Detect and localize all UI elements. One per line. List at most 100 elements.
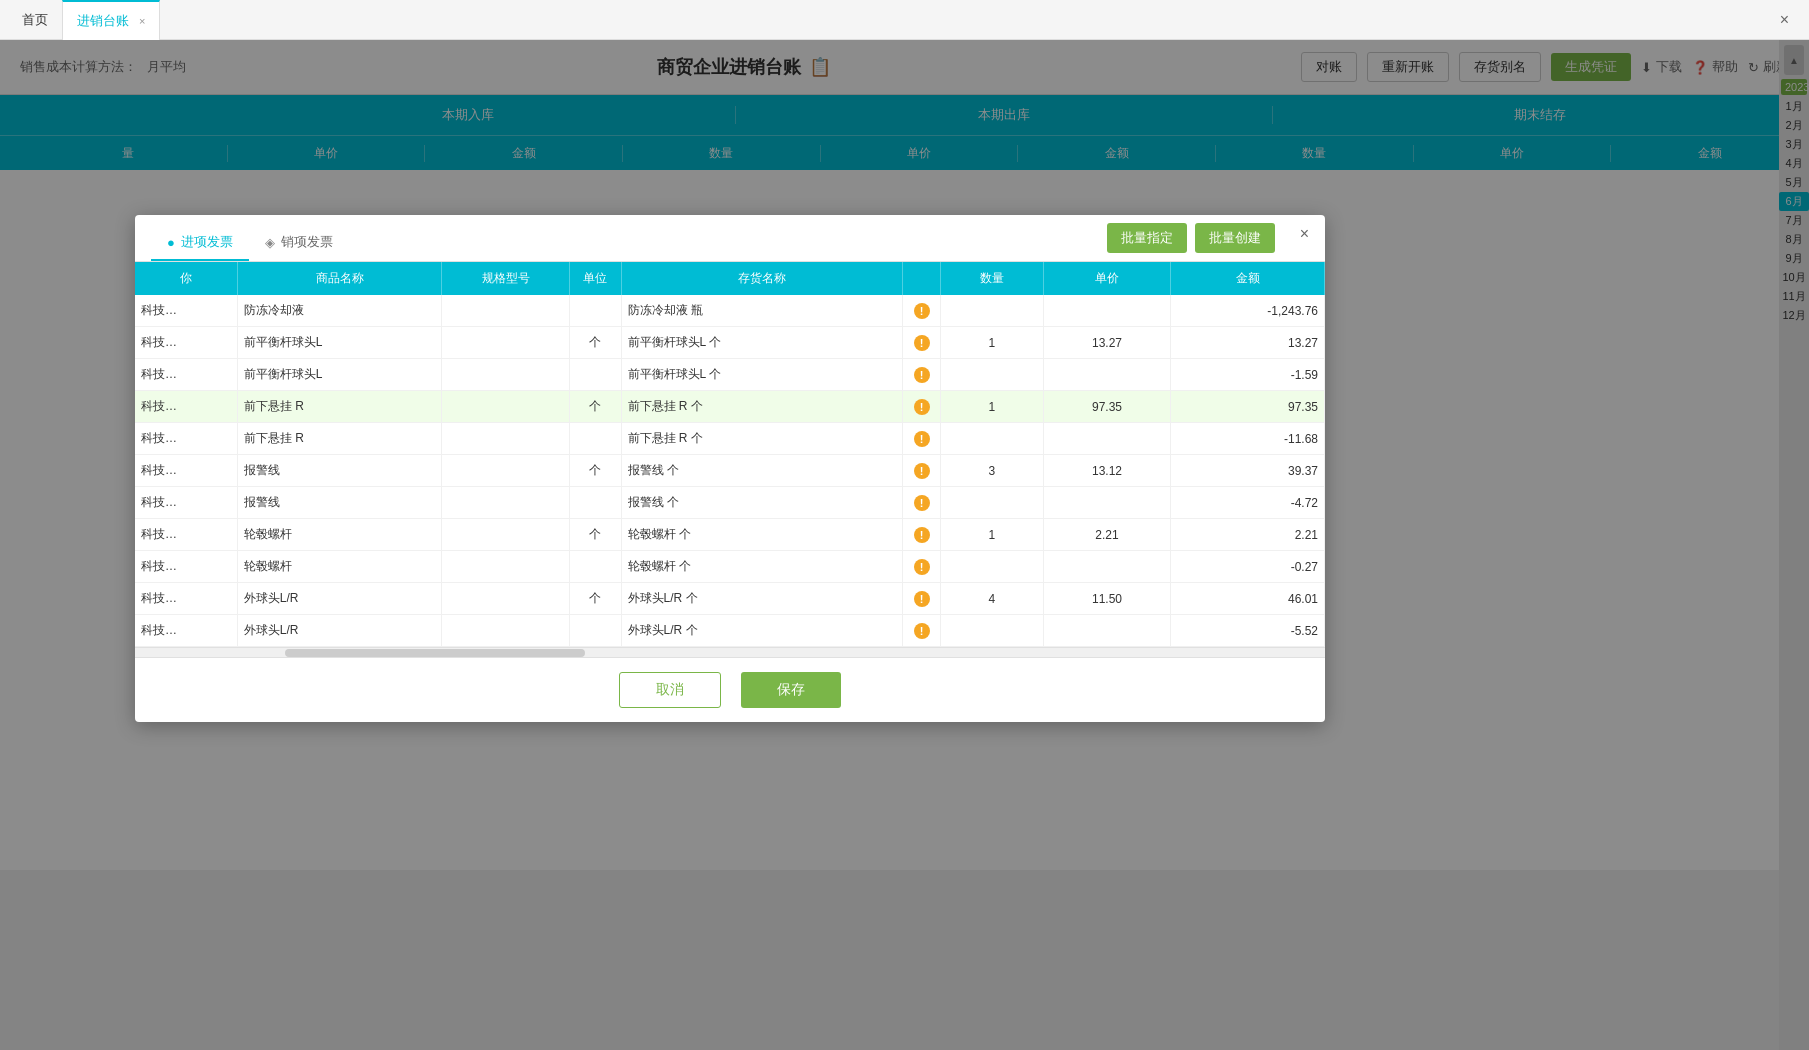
table-row: 科技… 外球头L/R 外球头L/R 个 ! -5.52 [135,615,1325,647]
cell-qty: 1 [941,519,1043,551]
cell-qty [941,551,1043,583]
cell-qty: 1 [941,391,1043,423]
warn-icon: ! [914,335,930,351]
table-row: 科技… 轮毂螺杆 轮毂螺杆 个 ! -0.27 [135,551,1325,583]
table-row: 科技… 轮毂螺杆 个 轮毂螺杆 个 ! 1 2.21 2.21 [135,519,1325,551]
cell-amount: -4.72 [1171,487,1325,519]
warn-icon: ! [914,559,930,575]
cell-warn: ! [902,551,940,583]
cell-inventory: 外球头L/R 个 [621,583,902,615]
cell-spec [442,295,570,327]
cell-company: 科技… [135,455,237,487]
warn-icon: ! [914,431,930,447]
batch-create-button[interactable]: 批量创建 [1195,223,1275,253]
batch-assign-button[interactable]: 批量指定 [1107,223,1187,253]
cell-amount: -1,243.76 [1171,295,1325,327]
modal-scrollbar-thumb[interactable] [285,649,585,657]
tab-xiaoxiang[interactable]: ◈ 销项发票 [249,225,349,261]
modal-close-button[interactable]: × [1300,225,1309,243]
cell-warn: ! [902,519,940,551]
cell-inventory: 前下悬挂 R 个 [621,391,902,423]
cell-amount: 13.27 [1171,327,1325,359]
cell-price: 13.12 [1043,455,1171,487]
cell-qty [941,615,1043,647]
modal-actions: 批量指定 批量创建 [1107,223,1275,253]
cell-price: 2.21 [1043,519,1171,551]
table-row: 科技… 前下悬挂 R 个 前下悬挂 R 个 ! 1 97.35 97.35 [135,391,1325,423]
col-amount: 金额 [1171,262,1325,295]
cell-amount: 97.35 [1171,391,1325,423]
cell-qty [941,487,1043,519]
window-close-button[interactable]: × [1768,11,1801,29]
cell-amount: 39.37 [1171,455,1325,487]
cell-warn: ! [902,423,940,455]
cell-inventory: 报警线 个 [621,455,902,487]
cell-inventory: 报警线 个 [621,487,902,519]
tab-close-icon[interactable]: × [139,1,145,41]
cell-product: 外球头L/R [237,583,442,615]
table-row: 科技… 外球头L/R 个 外球头L/R 个 ! 4 11.50 46.01 [135,583,1325,615]
xiaoxiang-icon: ◈ [265,235,275,250]
cell-unit: 个 [570,455,621,487]
cell-qty [941,423,1043,455]
col-qty: 数量 [941,262,1043,295]
cell-price [1043,615,1171,647]
cell-product: 报警线 [237,455,442,487]
tab-jinxiao-label: 进销台账 [77,1,129,41]
table-header-row: 你 商品名称 规格型号 单位 存货名称 数量 单价 金额 [135,262,1325,295]
table-row: 科技… 前平衡杆球头L 前平衡杆球头L 个 ! -1.59 [135,359,1325,391]
table-row: 科技… 防冻冷却液 防冻冷却液 瓶 ! -1,243.76 [135,295,1325,327]
cell-qty: 3 [941,455,1043,487]
cell-product: 轮毂螺杆 [237,519,442,551]
cell-amount: -11.68 [1171,423,1325,455]
cell-product: 外球头L/R [237,615,442,647]
cell-price: 11.50 [1043,583,1171,615]
tab-home[interactable]: 首页 [8,0,62,40]
col-warn [902,262,940,295]
tab-jinxiao[interactable]: 进销台账 × [62,0,160,40]
save-button[interactable]: 保存 [741,672,841,708]
cell-company: 科技… [135,551,237,583]
xiaoxiang-label: 销项发票 [281,233,333,251]
cell-unit [570,423,621,455]
cell-inventory: 前平衡杆球头L 个 [621,359,902,391]
cell-company: 科技… [135,391,237,423]
cell-product: 轮毂螺杆 [237,551,442,583]
cell-warn: ! [902,583,940,615]
modal-scrollbar[interactable] [135,647,1325,657]
cell-spec [442,551,570,583]
warn-icon: ! [914,591,930,607]
cell-warn: ! [902,327,940,359]
cell-amount: 2.21 [1171,519,1325,551]
warn-icon: ! [914,303,930,319]
cell-unit [570,615,621,647]
cell-spec [442,519,570,551]
cell-company: 科技… [135,583,237,615]
modal-dialog: ● 进项发票 ◈ 销项发票 批量指定 批量创建 × 你 商品名称 规格型号 [135,215,1325,722]
cell-warn: ! [902,615,940,647]
cell-warn: ! [902,487,940,519]
cell-company: 科技… [135,487,237,519]
warn-icon: ! [914,463,930,479]
cell-company: 科技… [135,359,237,391]
cell-product: 前平衡杆球头L [237,327,442,359]
cell-unit: 个 [570,391,621,423]
cell-inventory: 轮毂螺杆 个 [621,551,902,583]
cell-price [1043,487,1171,519]
cell-company: 科技… [135,519,237,551]
col-unit: 单位 [570,262,621,295]
cell-amount: -0.27 [1171,551,1325,583]
cell-unit: 个 [570,519,621,551]
top-bar: 首页 进销台账 × × [0,0,1809,40]
cell-amount: 46.01 [1171,583,1325,615]
warn-icon: ! [914,623,930,639]
cell-price: 97.35 [1043,391,1171,423]
cell-company: 科技… [135,327,237,359]
cell-spec [442,423,570,455]
col-product: 商品名称 [237,262,442,295]
cell-spec [442,359,570,391]
tab-jinxiang[interactable]: ● 进项发票 [151,225,249,261]
warn-icon: ! [914,399,930,415]
cell-company: 科技… [135,295,237,327]
cancel-button[interactable]: 取消 [619,672,721,708]
